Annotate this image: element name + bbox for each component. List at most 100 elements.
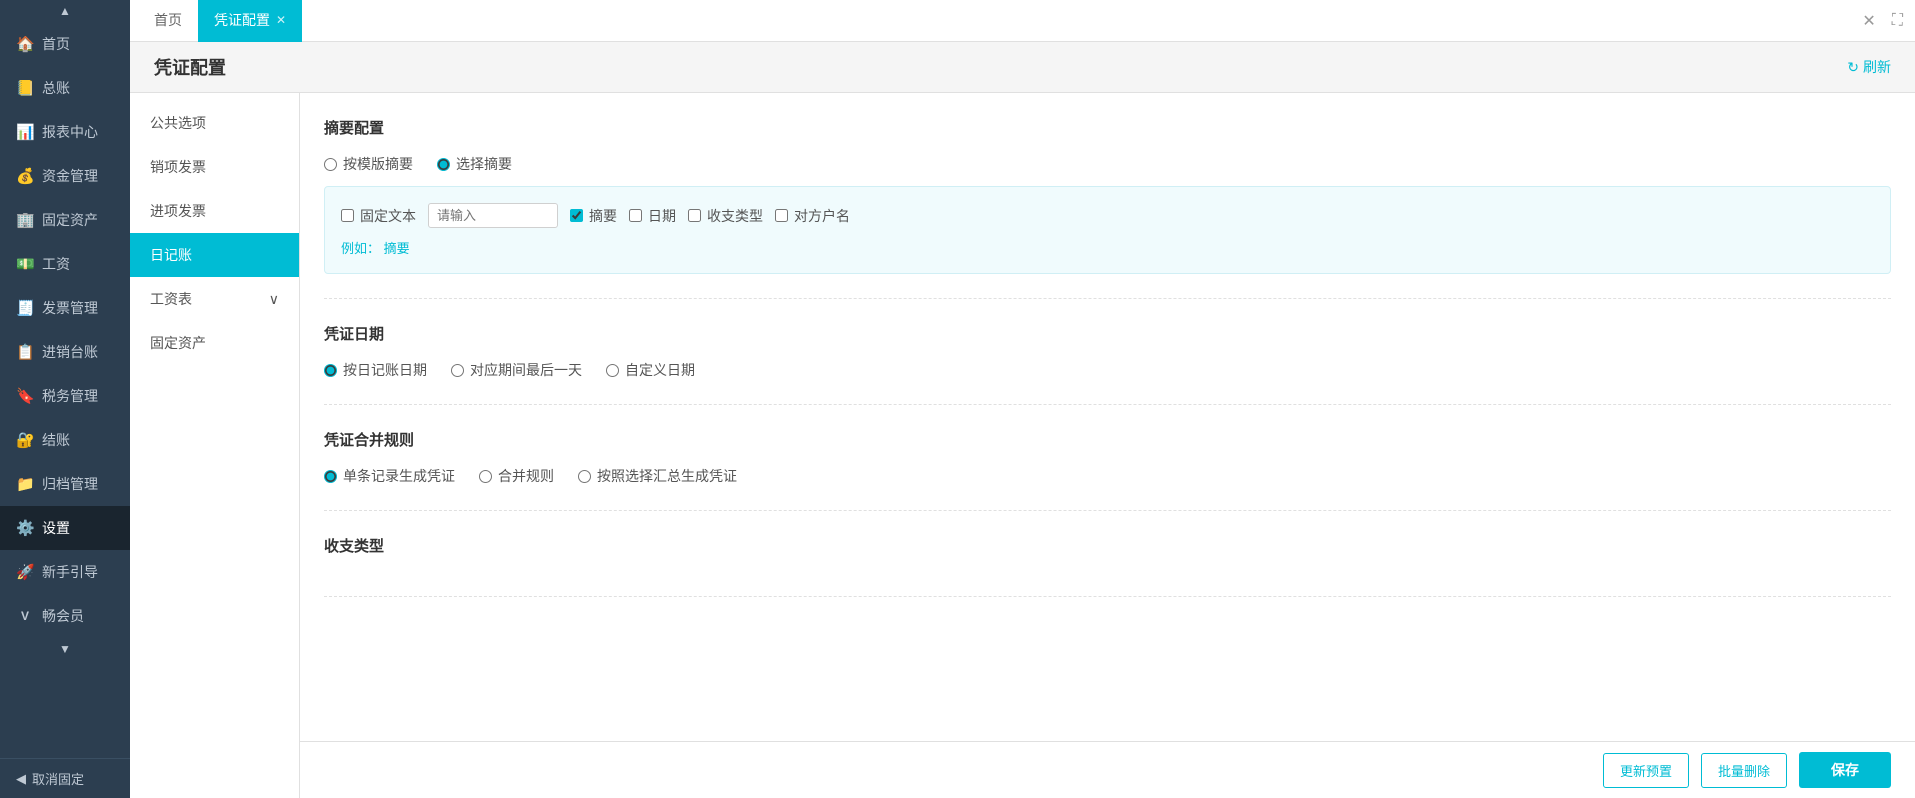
refresh-label: 刷新 [1863, 57, 1891, 77]
sidebar-item-label: 首页 [42, 34, 70, 54]
checkbox-income-type-label: 收支类型 [707, 206, 763, 226]
checkbox-fixed-text-input[interactable] [341, 209, 354, 222]
date-radio-last-day-input[interactable] [451, 364, 464, 377]
summary-radio-template[interactable]: 按模版摘要 [324, 154, 413, 174]
sidebar-scroll-down[interactable]: ▼ [0, 638, 130, 660]
salary-icon: 💵 [16, 255, 34, 273]
sidebar-item-label: 发票管理 [42, 298, 98, 318]
sidebar-unpin-btn[interactable]: ◀ 取消固定 [0, 758, 130, 798]
sidebar-item-ledger[interactable]: 📒 总账 [0, 66, 130, 110]
sidebar-item-label: 税务管理 [42, 386, 98, 406]
window-maximize-btn[interactable]: ⛶ [1888, 10, 1907, 32]
sidebar: ▲ 🏠 首页 📒 总账 📊 报表中心 💰 资金管理 🏢 固定资产 💵 工资 🧾 … [0, 0, 130, 798]
sidebar-item-salary[interactable]: 💵 工资 [0, 242, 130, 286]
merge-rules-radio-group: 单条记录生成凭证 合并规则 按照选择汇总生成凭证 [324, 466, 1891, 486]
summary-radio-template-input[interactable] [324, 158, 337, 171]
footer-bar: 更新预置 批量删除 保存 [300, 741, 1915, 798]
sidebar-item-label: 归档管理 [42, 474, 98, 494]
sidebar-item-invoice[interactable]: 🧾 发票管理 [0, 286, 130, 330]
summary-example-prefix: 例如： [341, 241, 380, 256]
sidebar-item-closing[interactable]: 🔐 结账 [0, 418, 130, 462]
unpin-icon: ◀ [16, 771, 26, 787]
summary-radio-group: 按模版摘要 选择摘要 [324, 154, 1891, 174]
checkbox-fixed-text-label: 固定文本 [360, 206, 416, 226]
summary-box: 固定文本 摘要 日期 [324, 186, 1891, 274]
fixed-text-input[interactable] [428, 203, 558, 228]
sidebar-item-funds[interactable]: 💰 资金管理 [0, 154, 130, 198]
sidebar-item-home[interactable]: 🏠 首页 [0, 22, 130, 66]
date-radio-journal-input[interactable] [324, 364, 337, 377]
summary-radio-select[interactable]: 选择摘要 [437, 154, 512, 174]
sidebar-item-label: 畅会员 [42, 606, 84, 626]
assets-icon: 🏢 [16, 211, 34, 229]
refresh-button[interactable]: ↻ 刷新 [1847, 57, 1891, 77]
summary-radio-select-input[interactable] [437, 158, 450, 171]
sidebar-item-label: 总账 [42, 78, 70, 98]
merge-radio-single-input[interactable] [324, 470, 337, 483]
update-preset-button[interactable]: 更新预置 [1603, 753, 1689, 788]
sidebar-item-reports[interactable]: 📊 报表中心 [0, 110, 130, 154]
date-radio-journal-label: 按日记账日期 [343, 360, 427, 380]
summary-radio-select-label: 选择摘要 [456, 154, 512, 174]
date-radio-custom-input[interactable] [606, 364, 619, 377]
checkbox-summary[interactable]: 摘要 [570, 206, 617, 226]
window-close-btn[interactable]: ✕ [1858, 9, 1879, 33]
date-radio-last-day[interactable]: 对应期间最后一天 [451, 360, 582, 380]
sidebar-item-member[interactable]: V 畅会员 [0, 594, 130, 638]
date-radio-custom-label: 自定义日期 [625, 360, 695, 380]
sidebar-item-label: 固定资产 [42, 210, 98, 230]
member-icon: V [16, 609, 34, 623]
merge-radio-selection-input[interactable] [578, 470, 591, 483]
reports-icon: 📊 [16, 123, 34, 141]
nav-item-public[interactable]: 公共选项 [130, 101, 299, 145]
checkbox-counterpart-input[interactable] [775, 209, 788, 222]
checkbox-date[interactable]: 日期 [629, 206, 676, 226]
checkbox-fixed-text[interactable]: 固定文本 [341, 206, 416, 226]
sidebar-item-settings[interactable]: ⚙️ 设置 [0, 506, 130, 550]
tab-home-label: 首页 [154, 10, 182, 30]
summary-config-section: 摘要配置 按模版摘要 选择摘要 [324, 117, 1891, 299]
sidebar-item-assets[interactable]: 🏢 固定资产 [0, 198, 130, 242]
sidebar-item-guide[interactable]: 🚀 新手引导 [0, 550, 130, 594]
tab-voucher-config[interactable]: 凭证配置 ✕ [198, 0, 302, 42]
batch-delete-button[interactable]: 批量删除 [1701, 753, 1787, 788]
sidebar-item-archive[interactable]: 📁 归档管理 [0, 462, 130, 506]
tab-home[interactable]: 首页 [138, 0, 198, 42]
merge-radio-single[interactable]: 单条记录生成凭证 [324, 466, 455, 486]
merge-radio-rules[interactable]: 合并规则 [479, 466, 554, 486]
nav-item-purchase-invoice[interactable]: 进项发票 [130, 189, 299, 233]
summary-checkbox-row: 固定文本 摘要 日期 [341, 203, 1874, 228]
merge-radio-selection[interactable]: 按照选择汇总生成凭证 [578, 466, 737, 486]
income-type-section: 收支类型 [324, 535, 1891, 597]
guide-icon: 🚀 [16, 563, 34, 581]
nav-item-sales-invoice[interactable]: 销项发票 [130, 145, 299, 189]
tab-close-icon[interactable]: ✕ [276, 13, 286, 27]
income-type-title: 收支类型 [324, 535, 1891, 556]
save-button[interactable]: 保存 [1799, 752, 1891, 788]
right-content: 摘要配置 按模版摘要 选择摘要 [300, 93, 1915, 741]
checkbox-summary-input[interactable] [570, 209, 583, 222]
archive-icon: 📁 [16, 475, 34, 493]
merge-radio-rules-input[interactable] [479, 470, 492, 483]
left-nav: 公共选项 销项发票 进项发票 日记账 工资表 ∨ 固定资产 [130, 93, 300, 798]
sidebar-item-label: 工资 [42, 254, 70, 274]
nav-item-payroll[interactable]: 工资表 ∨ [130, 277, 299, 321]
sidebar-item-label: 结账 [42, 430, 70, 450]
unpin-label: 取消固定 [32, 769, 84, 788]
nav-item-fixed-assets[interactable]: 固定资产 [130, 321, 299, 365]
checkbox-counterpart[interactable]: 对方户名 [775, 206, 850, 226]
sidebar-scroll-up[interactable]: ▲ [55, 0, 75, 22]
sidebar-item-label: 进销台账 [42, 342, 98, 362]
sidebar-item-tax[interactable]: 🔖 税务管理 [0, 374, 130, 418]
checkbox-income-type-input[interactable] [688, 209, 701, 222]
date-radio-custom[interactable]: 自定义日期 [606, 360, 695, 380]
checkbox-date-input[interactable] [629, 209, 642, 222]
sidebar-item-purchase-sale[interactable]: 📋 进销台账 [0, 330, 130, 374]
date-radio-journal[interactable]: 按日记账日期 [324, 360, 427, 380]
sidebar-item-label: 新手引导 [42, 562, 98, 582]
checkbox-income-type[interactable]: 收支类型 [688, 206, 763, 226]
sidebar-item-label: 设置 [42, 518, 70, 538]
tax-icon: 🔖 [16, 387, 34, 405]
nav-item-journal[interactable]: 日记账 [130, 233, 299, 277]
chevron-down-icon: ∨ [269, 291, 279, 308]
